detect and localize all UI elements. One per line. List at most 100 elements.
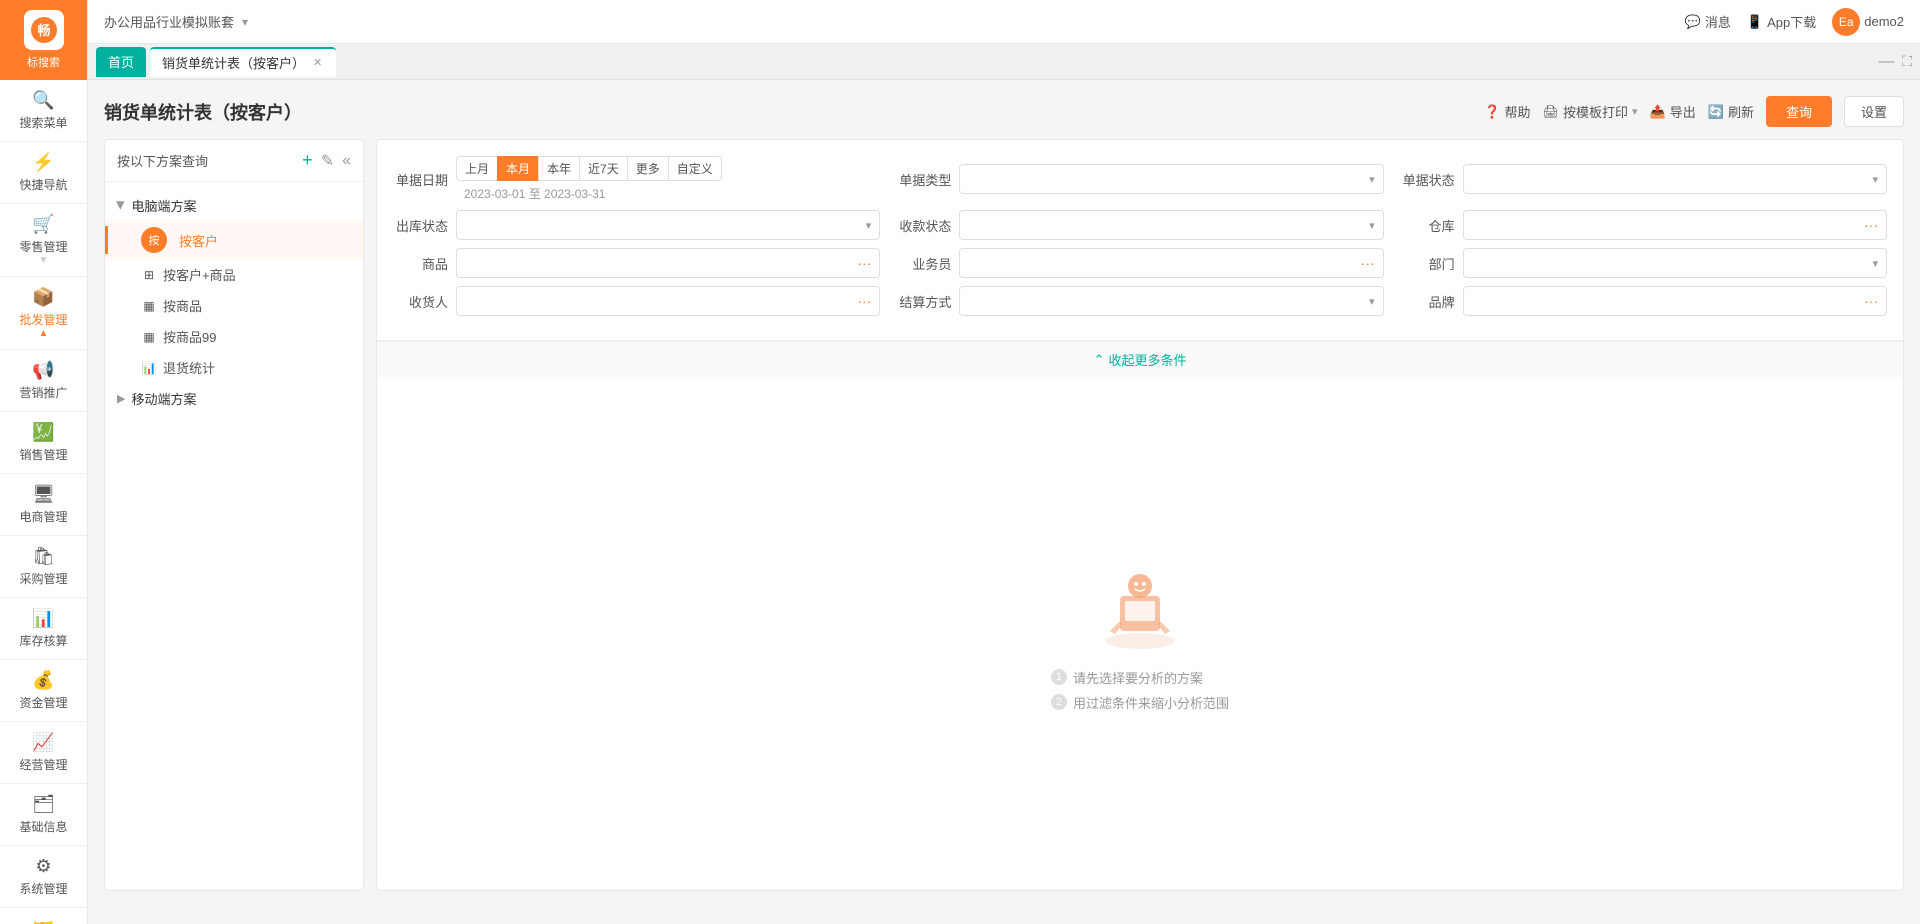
download-label: App下载 bbox=[1767, 12, 1816, 31]
tree-child-by-customer[interactable]: 按 按客户 bbox=[105, 221, 363, 259]
print-icon: 🖨 bbox=[1543, 104, 1560, 120]
tree-child-goods99[interactable]: ▦ 按商品99 bbox=[105, 321, 363, 352]
active-dot-label: 按 bbox=[149, 232, 160, 248]
warehouse-input[interactable]: ··· bbox=[1463, 210, 1887, 240]
tree-mobile-parent[interactable]: ▶ 移动端方案 bbox=[105, 383, 363, 414]
tree-child-return[interactable]: 📊 退货统计 bbox=[105, 352, 363, 383]
warehouse-label: 仓库 bbox=[1400, 216, 1455, 235]
sidebar-item-purchase[interactable]: 🛍 采购管理 bbox=[0, 536, 87, 598]
date-btn-more[interactable]: 更多 bbox=[627, 156, 668, 181]
department-select[interactable]: ▾ bbox=[1463, 248, 1887, 278]
two-col-layout: 按以下方案查询 + ✎ « ▶ 电脑端方案 bbox=[104, 139, 1904, 891]
collapse-up-icon: ⌃ bbox=[1094, 352, 1105, 368]
sidebar-item-wholesale[interactable]: 📦 批发管理 ▲ bbox=[0, 277, 87, 350]
collapse-row: ⌃ 收起更多条件 bbox=[377, 341, 1903, 377]
page-header: 销货单统计表（按客户） ❓ 帮助 🖨 按模板打印 ▾ 📤 导出 🔄 刷新 bbox=[104, 96, 1904, 127]
collect-status-select[interactable]: ▾ bbox=[959, 210, 1383, 240]
tree-child-customer-goods[interactable]: ⊞ 按客户+商品 bbox=[105, 259, 363, 290]
sidebar-item-inventory[interactable]: 📊 库存核算 bbox=[0, 598, 87, 660]
date-btn-this-year[interactable]: 本年 bbox=[538, 156, 579, 181]
filter-cell-consignee: 收货人 ··· bbox=[393, 286, 880, 316]
message-button[interactable]: 💬 消息 bbox=[1685, 12, 1731, 31]
sidebar-item-label: 系统管理 bbox=[19, 880, 67, 897]
dropdown-arrow-icon[interactable]: ▾ bbox=[242, 15, 248, 29]
tab-maximize-icon[interactable]: ⛶ bbox=[1902, 53, 1912, 70]
tree-desktop-parent[interactable]: ▶ 电脑端方案 bbox=[105, 190, 363, 221]
export-label: 导出 bbox=[1670, 102, 1696, 121]
ecommerce-icon: 🖥 bbox=[32, 484, 55, 505]
top-bar: 办公用品行业模拟账套 ▾ 💬 消息 📱 App下载 Ea demo2 bbox=[88, 0, 1920, 44]
collapse-panel-icon[interactable]: « bbox=[342, 152, 351, 170]
expand-icon: ▲ bbox=[39, 328, 49, 339]
filter-cell-settlement: 结算方式 ▾ bbox=[896, 286, 1383, 316]
date-btn-custom[interactable]: 自定义 bbox=[668, 156, 722, 181]
doc-status-select[interactable]: ▾ bbox=[1463, 164, 1887, 194]
settings-button[interactable]: 设置 bbox=[1844, 96, 1904, 127]
sidebar-item-search-menu[interactable]: 🔍 搜索菜单 bbox=[0, 80, 87, 142]
date-btn-last-month[interactable]: 上月 bbox=[456, 156, 497, 181]
filter-cell-goods: 商品 ··· bbox=[393, 248, 880, 278]
scheme-icon-grid: ⊞ bbox=[141, 267, 157, 283]
sidebar-item-label: 基础信息 bbox=[19, 818, 67, 835]
doc-type-select[interactable]: ▾ bbox=[959, 164, 1383, 194]
tree-child-goods[interactable]: ▦ 按商品 bbox=[105, 290, 363, 321]
date-btn-7days[interactable]: 近7天 bbox=[579, 156, 627, 181]
add-scheme-icon[interactable]: + bbox=[302, 150, 313, 171]
sidebar-item-sales[interactable]: 💹 销售管理 bbox=[0, 412, 87, 474]
consignee-input[interactable]: ··· bbox=[456, 286, 880, 316]
user-profile-button[interactable]: Ea demo2 bbox=[1832, 8, 1904, 36]
sidebar-item-marketing[interactable]: 📢 营销推广 bbox=[0, 350, 87, 412]
tab-close-icon[interactable]: ✕ bbox=[311, 55, 324, 70]
print-label: 按模板打印 bbox=[1563, 102, 1628, 121]
tab-sales-stats[interactable]: 销货单统计表（按客户） ✕ bbox=[150, 47, 336, 77]
date-btn-this-month[interactable]: 本月 bbox=[497, 156, 538, 181]
empty-state: 1 请先选择要分析的方案 2 用过滤条件来缩小分析范围 bbox=[377, 377, 1903, 890]
system-icon: ⚙ bbox=[35, 856, 51, 877]
filter-section: 单据日期 上月 本月 本年 近7天 更多 自定义 20 bbox=[377, 140, 1903, 341]
sidebar-item-operations[interactable]: 📈 经营管理 bbox=[0, 722, 87, 784]
collapse-label: 收起更多条件 bbox=[1108, 350, 1186, 369]
sidebar-item-label: 快捷导航 bbox=[19, 176, 67, 193]
goods-input[interactable]: ··· bbox=[456, 248, 880, 278]
collect-status-label: 收款状态 bbox=[896, 216, 951, 235]
tab-home[interactable]: 首页 bbox=[96, 47, 146, 77]
tree-mobile-label: 移动端方案 bbox=[131, 389, 196, 408]
settlement-select[interactable]: ▾ bbox=[959, 286, 1383, 316]
collapse-button[interactable]: ⌃ 收起更多条件 bbox=[1094, 350, 1187, 369]
brand-input[interactable]: ··· bbox=[1463, 286, 1887, 316]
tree-child-label: 按商品 bbox=[163, 296, 202, 315]
sidebar-item-system[interactable]: ⚙ 系统管理 bbox=[0, 846, 87, 908]
tab-home-label: 首页 bbox=[108, 52, 134, 71]
print-button[interactable]: 🖨 按模板打印 ▾ bbox=[1543, 102, 1638, 121]
edit-scheme-icon[interactable]: ✎ bbox=[321, 151, 334, 171]
query-button[interactable]: 查询 bbox=[1766, 96, 1832, 127]
tab-minimize-icon[interactable]: — bbox=[1878, 53, 1894, 71]
user-name: demo2 bbox=[1864, 14, 1904, 29]
refresh-button[interactable]: 🔄 刷新 bbox=[1708, 102, 1754, 121]
sidebar-item-finance[interactable]: 💰 资金管理 bbox=[0, 660, 87, 722]
sidebar-item-collab[interactable]: 🤝 企业协同 bbox=[0, 908, 87, 924]
left-panel: 按以下方案查询 + ✎ « ▶ 电脑端方案 bbox=[104, 139, 364, 891]
help-label: 帮助 bbox=[1504, 102, 1530, 121]
export-button[interactable]: 📤 导出 bbox=[1650, 102, 1696, 121]
consignee-label: 收货人 bbox=[393, 292, 448, 311]
tree-section: ▶ 电脑端方案 按 按客户 ⊞ 按客户+商品 bbox=[105, 182, 363, 422]
sidebar-item-basic[interactable]: 🗂 基础信息 bbox=[0, 784, 87, 846]
sidebar-item-retail[interactable]: 🛒 零售管理 ▼ bbox=[0, 204, 87, 277]
app-download-button[interactable]: 📱 App下载 bbox=[1747, 12, 1816, 31]
sidebar-item-quick-nav[interactable]: ⚡ 快捷导航 bbox=[0, 142, 87, 204]
salesperson-input[interactable]: ··· bbox=[959, 248, 1383, 278]
tip-num-2: 2 bbox=[1051, 694, 1067, 710]
brand-label: 品牌 bbox=[1400, 292, 1455, 311]
top-bar-right: 💬 消息 📱 App下载 Ea demo2 bbox=[1685, 8, 1904, 36]
content-area: 销货单统计表（按客户） ❓ 帮助 🖨 按模板打印 ▾ 📤 导出 🔄 刷新 bbox=[88, 80, 1920, 924]
tree-child-label: 按客户+商品 bbox=[163, 265, 236, 284]
out-status-select[interactable]: ▾ bbox=[456, 210, 880, 240]
goods-label: 商品 bbox=[393, 254, 448, 273]
warehouse-ellipsis-icon: ··· bbox=[1864, 217, 1878, 233]
tree-child-label: 退货统计 bbox=[163, 358, 215, 377]
message-label: 消息 bbox=[1705, 12, 1731, 31]
help-button[interactable]: ❓ 帮助 bbox=[1484, 102, 1530, 121]
doc-status-label: 单据状态 bbox=[1400, 170, 1455, 189]
sidebar-item-ecommerce[interactable]: 🖥 电商管理 bbox=[0, 474, 87, 536]
